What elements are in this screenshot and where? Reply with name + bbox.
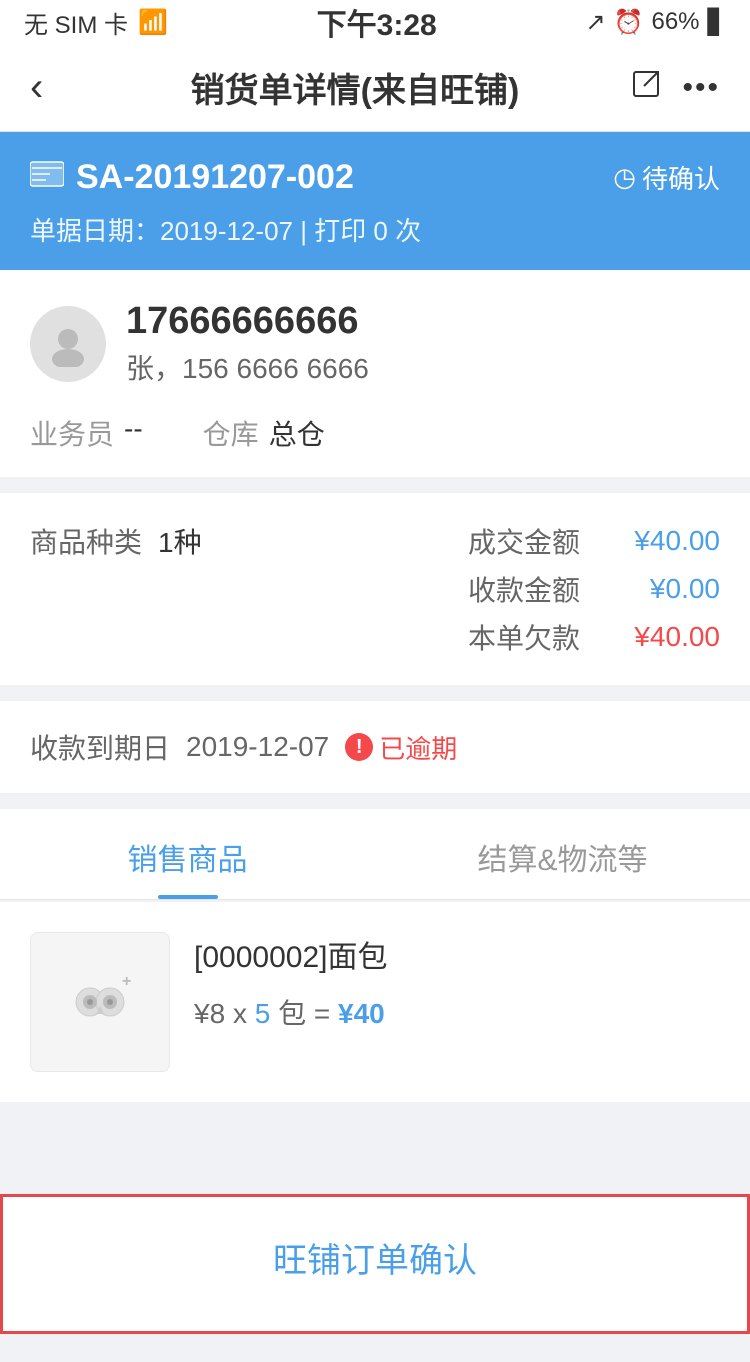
customer-name: 张，156 6666 6666 xyxy=(126,347,369,387)
customer-info: 17666666666 张，156 6666 6666 xyxy=(30,300,720,387)
customer-card: 17666666666 张，156 6666 6666 业务员 -- 仓库 总仓 xyxy=(0,270,750,477)
deal-amount-value: ¥40.00 xyxy=(600,525,720,557)
pay-amount-row: 收款金额 ¥0.00 xyxy=(468,569,720,609)
confirm-btn-container: 旺铺订单确认 xyxy=(0,1194,750,1334)
salesperson-value: -- xyxy=(124,413,143,453)
product-total: ¥40 xyxy=(338,998,385,1029)
product-info: [0000002]面包 ¥8 x 5 包 = ¥40 xyxy=(194,932,720,1032)
svg-text:+: + xyxy=(122,973,131,990)
status-clock-icon: ◷ xyxy=(613,162,636,193)
owed-amount-row: 本单欠款 ¥40.00 xyxy=(468,617,720,657)
product-image: + xyxy=(30,932,170,1072)
product-name: [0000002]面包 xyxy=(194,932,720,976)
due-date-card: 收款到期日 2019-12-07 ! 已逾期 xyxy=(0,701,750,793)
pay-amount-value: ¥0.00 xyxy=(600,573,720,605)
status-bar-time: 下午3:28 xyxy=(317,0,437,44)
share-icon[interactable] xyxy=(630,67,662,109)
salesperson-label: 业务员 xyxy=(30,413,114,453)
due-date-value: 2019-12-07 xyxy=(186,731,329,763)
overdue-dot-icon: ! xyxy=(345,733,373,761)
avatar xyxy=(30,306,106,382)
due-date-label: 收款到期日 xyxy=(30,727,170,767)
tabs-container: 销售商品 结算&物流等 xyxy=(0,809,750,900)
back-button[interactable]: ‹ xyxy=(30,65,90,110)
nav-actions: ••• xyxy=(620,67,720,109)
status-bar-right: ↗ ⏰ 66% ▋ xyxy=(585,8,726,37)
deal-amount-row: 成交金额 ¥40.00 xyxy=(468,521,720,561)
page-title: 销货单详情(来自旺铺) xyxy=(90,63,620,112)
tab-settlement[interactable]: 结算&物流等 xyxy=(375,809,750,899)
overdue-text: 已逾期 xyxy=(379,729,457,766)
order-date: 单据日期：2019-12-07 | 打印 0 次 xyxy=(30,211,720,248)
location-icon: ↗ xyxy=(585,8,605,37)
deal-amount-label: 成交金额 xyxy=(468,521,580,561)
product-type: 商品种类 1种 xyxy=(30,521,468,561)
amount-summary: 成交金额 ¥40.00 收款金额 ¥0.00 本单欠款 ¥40.00 xyxy=(468,521,720,657)
owed-amount-label: 本单欠款 xyxy=(468,617,580,657)
product-multiply: x xyxy=(233,998,255,1029)
order-status: ◷ 待确认 xyxy=(613,159,720,196)
order-icon xyxy=(30,158,64,197)
warehouse-value: 总仓 xyxy=(269,413,325,453)
warehouse-meta: 仓库 总仓 xyxy=(203,413,325,453)
alarm-icon: ⏰ xyxy=(614,8,644,37)
tab-products[interactable]: 销售商品 xyxy=(0,809,375,899)
no-sim-text: 无 SIM 卡 xyxy=(24,5,128,40)
product-qty: 5 xyxy=(255,998,271,1029)
salesperson-meta: 业务员 -- xyxy=(30,413,143,453)
product-item: + [0000002]面包 ¥8 x 5 包 = ¥40 xyxy=(30,932,720,1072)
customer-details: 17666666666 张，156 6666 6666 xyxy=(126,300,369,387)
status-bar: 无 SIM 卡 📶 下午3:28 ↗ ⏰ 66% ▋ xyxy=(0,0,750,44)
product-list: + [0000002]面包 ¥8 x 5 包 = ¥40 xyxy=(0,902,750,1102)
product-unit: 包 xyxy=(278,998,306,1029)
order-number: SA-20191207-002 xyxy=(30,158,354,197)
pay-amount-label: 收款金额 xyxy=(468,569,580,609)
battery-icon: ▋ xyxy=(708,8,726,37)
owed-amount-value: ¥40.00 xyxy=(600,621,720,653)
order-header-top: SA-20191207-002 ◷ 待确认 xyxy=(30,158,720,197)
summary-card: 商品种类 1种 成交金额 ¥40.00 收款金额 ¥0.00 本单欠款 ¥40.… xyxy=(0,493,750,685)
status-bar-left: 无 SIM 卡 📶 xyxy=(24,5,168,40)
product-thumbnail: + xyxy=(60,972,140,1032)
customer-phone: 17666666666 xyxy=(126,300,369,343)
overdue-badge: ! 已逾期 xyxy=(345,729,457,766)
nav-bar: ‹ 销货单详情(来自旺铺) ••• xyxy=(0,44,750,132)
confirm-order-button[interactable]: 旺铺订单确认 xyxy=(33,1213,717,1301)
warehouse-label: 仓库 xyxy=(203,413,259,453)
more-icon[interactable]: ••• xyxy=(682,71,720,105)
battery-text: 66% xyxy=(651,8,699,36)
product-equals: = xyxy=(314,998,338,1029)
wifi-icon: 📶 xyxy=(138,8,168,37)
customer-meta: 业务员 -- 仓库 总仓 xyxy=(30,403,720,453)
product-unit-price: ¥8 xyxy=(194,998,225,1029)
order-header: SA-20191207-002 ◷ 待确认 单据日期：2019-12-07 | … xyxy=(0,132,750,270)
product-price-row: ¥8 x 5 包 = ¥40 xyxy=(194,992,720,1032)
